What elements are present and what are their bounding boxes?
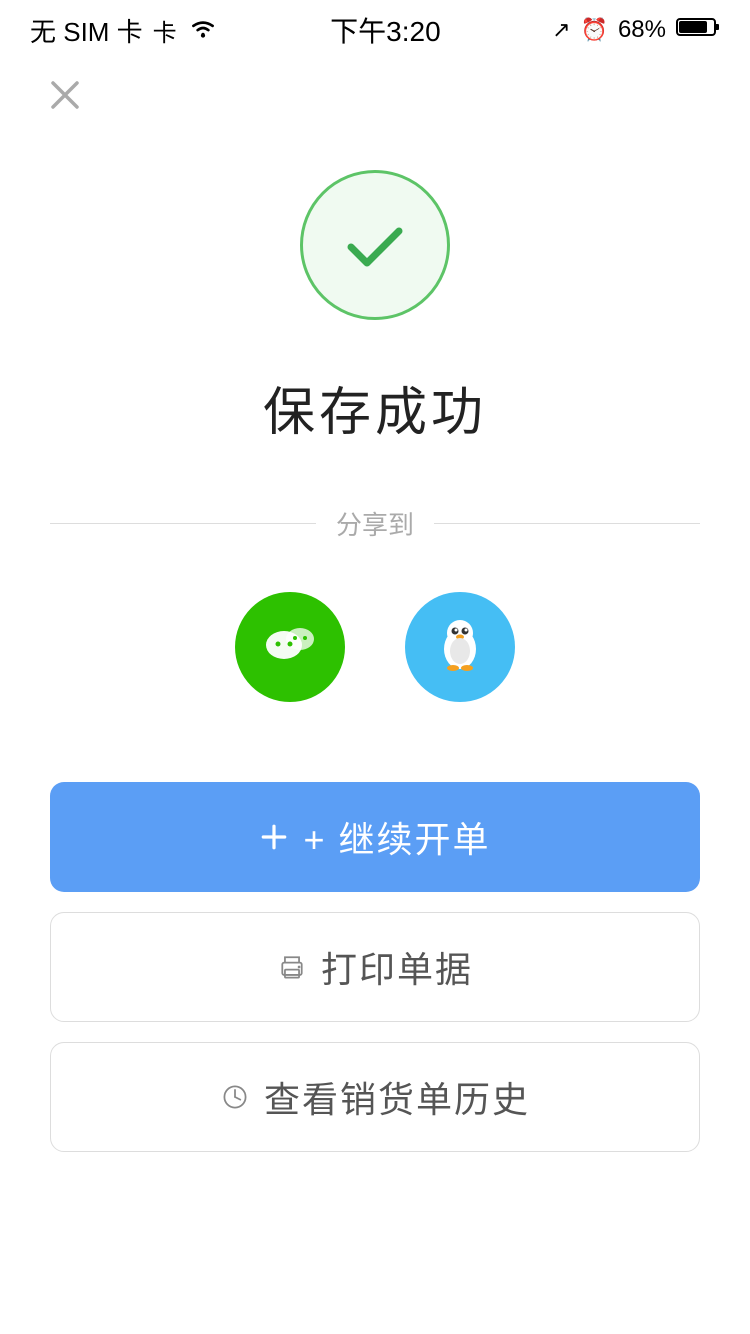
share-label: 分享到 [316,505,434,542]
continue-button[interactable]: + 继续开单 [50,782,700,892]
main-content: 保存成功 分享到 [0,60,750,1152]
continue-label: + 继续开单 [303,811,490,863]
status-bar: 无 SIM 卡 卡 下午3:20 ↗ ⏰ 68% [0,0,750,60]
battery-icon [676,16,720,45]
qq-share-button[interactable] [405,592,515,702]
alarm-icon: ⏰ [581,17,608,43]
print-label: 打印单据 [321,941,473,993]
wechat-share-button[interactable] [235,592,345,702]
sim-icon: 卡 [153,13,177,48]
status-right: ↗ ⏰ 68% [552,16,720,45]
history-label: 查看销货单历史 [264,1071,530,1123]
battery-percent: 68% [618,16,666,44]
wifi-icon [187,15,219,46]
sim-text: 无 SIM 卡 [30,12,143,49]
close-button[interactable] [40,70,90,120]
status-time: 下午3:20 [330,10,441,50]
success-title: 保存成功 [263,370,487,445]
share-divider: 分享到 [0,505,750,542]
divider-line-left [50,523,316,524]
action-buttons: + 继续开单 打印单据 查看销货单历史 [0,782,750,1152]
history-button[interactable]: 查看销货单历史 [50,1042,700,1152]
divider-line-right [434,523,700,524]
location-icon: ↗ [552,17,570,43]
success-icon-circle [300,170,450,320]
share-icons [235,592,515,702]
status-left: 无 SIM 卡 卡 [30,12,219,49]
print-button[interactable]: 打印单据 [50,912,700,1022]
